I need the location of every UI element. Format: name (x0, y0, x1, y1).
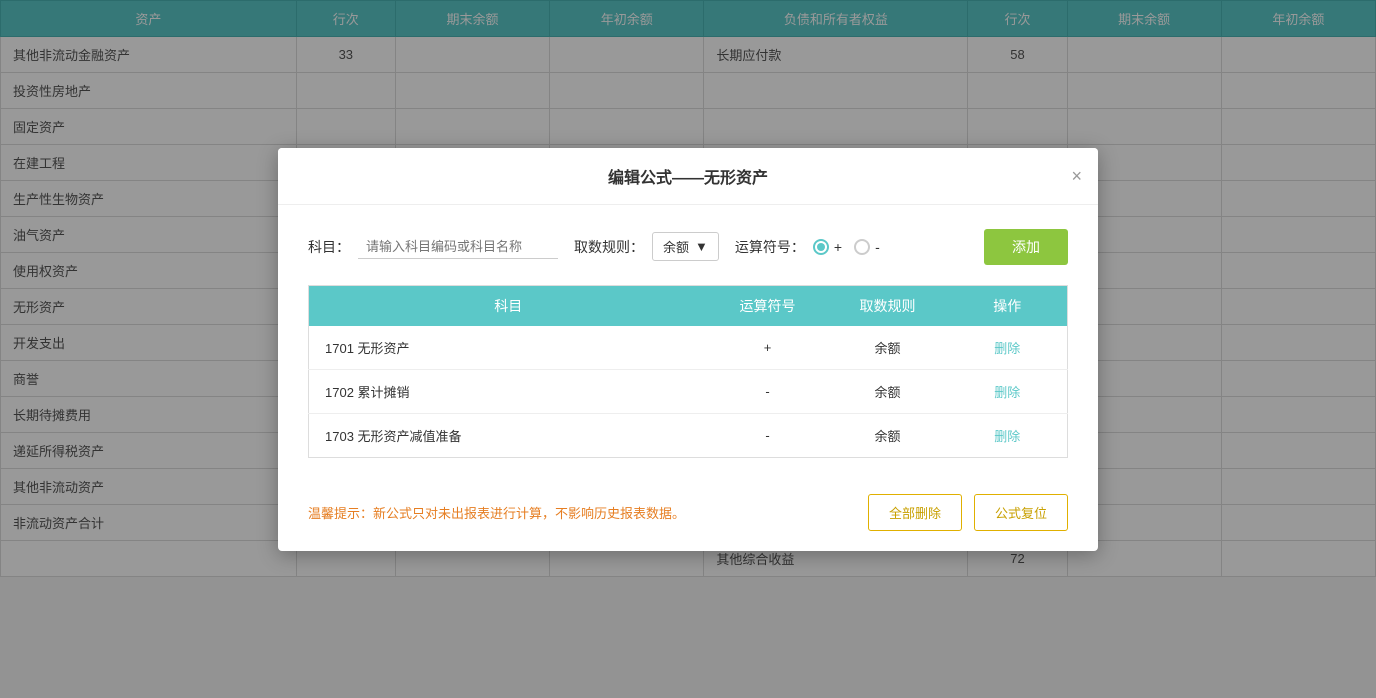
rule-field: 取数规则： 余额 ▼ (574, 232, 719, 261)
formula-action-0: 删除 (948, 326, 1068, 370)
dropdown-arrow-icon: ▼ (695, 239, 708, 254)
radio-plus-circle (813, 239, 829, 255)
formula-row: 1701 无形资产 + 余额 删除 (309, 326, 1068, 370)
formula-rule-2: 余额 (828, 413, 948, 457)
delete-link-0[interactable]: 删除 (994, 341, 1020, 356)
operator-plus-radio[interactable]: + (813, 239, 842, 255)
add-button[interactable]: 添加 (984, 229, 1068, 265)
operator-label: 运算符号： (735, 237, 805, 257)
table-header-operator: 运算符号 (708, 285, 828, 326)
reset-formula-button[interactable]: 公式复位 (974, 494, 1068, 531)
modal-header: 编辑公式——无形资产 × (278, 148, 1098, 205)
formula-rule-1: 余额 (828, 369, 948, 413)
modal-body: 科目： 取数规则： 余额 ▼ 运算符号： + (278, 205, 1098, 478)
formula-action-1: 删除 (948, 369, 1068, 413)
formula-row: 1703 无形资产减值准备 - 余额 删除 (309, 413, 1068, 457)
subject-input[interactable] (358, 235, 558, 259)
modal-footer: 温馨提示：新公式只对未出报表进行计算，不影响历史报表数据。 全部删除 公式复位 (278, 478, 1098, 551)
table-header-action: 操作 (948, 285, 1068, 326)
footer-hint: 温馨提示：新公式只对未出报表进行计算，不影响历史报表数据。 (308, 503, 685, 522)
table-header-subject: 科目 (309, 285, 708, 326)
operator-field: 运算符号： + - (735, 237, 880, 257)
formula-operator-1: - (708, 369, 828, 413)
form-row: 科目： 取数规则： 余额 ▼ 运算符号： + (308, 229, 1068, 265)
operator-minus-label: - (875, 239, 880, 255)
formula-table: 科目 运算符号 取数规则 操作 1701 无形资产 + 余额 删除 (308, 285, 1068, 458)
formula-rule-0: 余额 (828, 326, 948, 370)
modal-title: 编辑公式——无形资产 (608, 170, 768, 187)
operator-plus-label: + (834, 239, 842, 255)
table-header-rule: 取数规则 (828, 285, 948, 326)
rule-label: 取数规则： (574, 237, 644, 257)
formula-subject-2: 1703 无形资产减值准备 (309, 413, 708, 457)
footer-buttons: 全部删除 公式复位 (868, 494, 1068, 531)
formula-operator-2: - (708, 413, 828, 457)
subject-field: 科目： (308, 235, 558, 259)
close-button[interactable]: × (1071, 167, 1082, 185)
operator-minus-radio[interactable]: - (854, 239, 880, 255)
formula-operator-0: + (708, 326, 828, 370)
edit-formula-modal: 编辑公式——无形资产 × 科目： 取数规则： 余额 ▼ 运 (278, 148, 1098, 551)
operator-radio-group: + - (813, 239, 880, 255)
formula-subject-1: 1702 累计摊销 (309, 369, 708, 413)
rule-value: 余额 (663, 237, 689, 256)
rule-select[interactable]: 余额 ▼ (652, 232, 719, 261)
radio-minus-circle (854, 239, 870, 255)
formula-row: 1702 累计摊销 - 余额 删除 (309, 369, 1068, 413)
delete-link-2[interactable]: 删除 (994, 429, 1020, 444)
delete-all-button[interactable]: 全部删除 (868, 494, 962, 531)
formula-action-2: 删除 (948, 413, 1068, 457)
subject-label: 科目： (308, 237, 350, 257)
modal-overlay: 编辑公式——无形资产 × 科目： 取数规则： 余额 ▼ 运 (0, 0, 1376, 698)
formula-subject-0: 1701 无形资产 (309, 326, 708, 370)
delete-link-1[interactable]: 删除 (994, 385, 1020, 400)
